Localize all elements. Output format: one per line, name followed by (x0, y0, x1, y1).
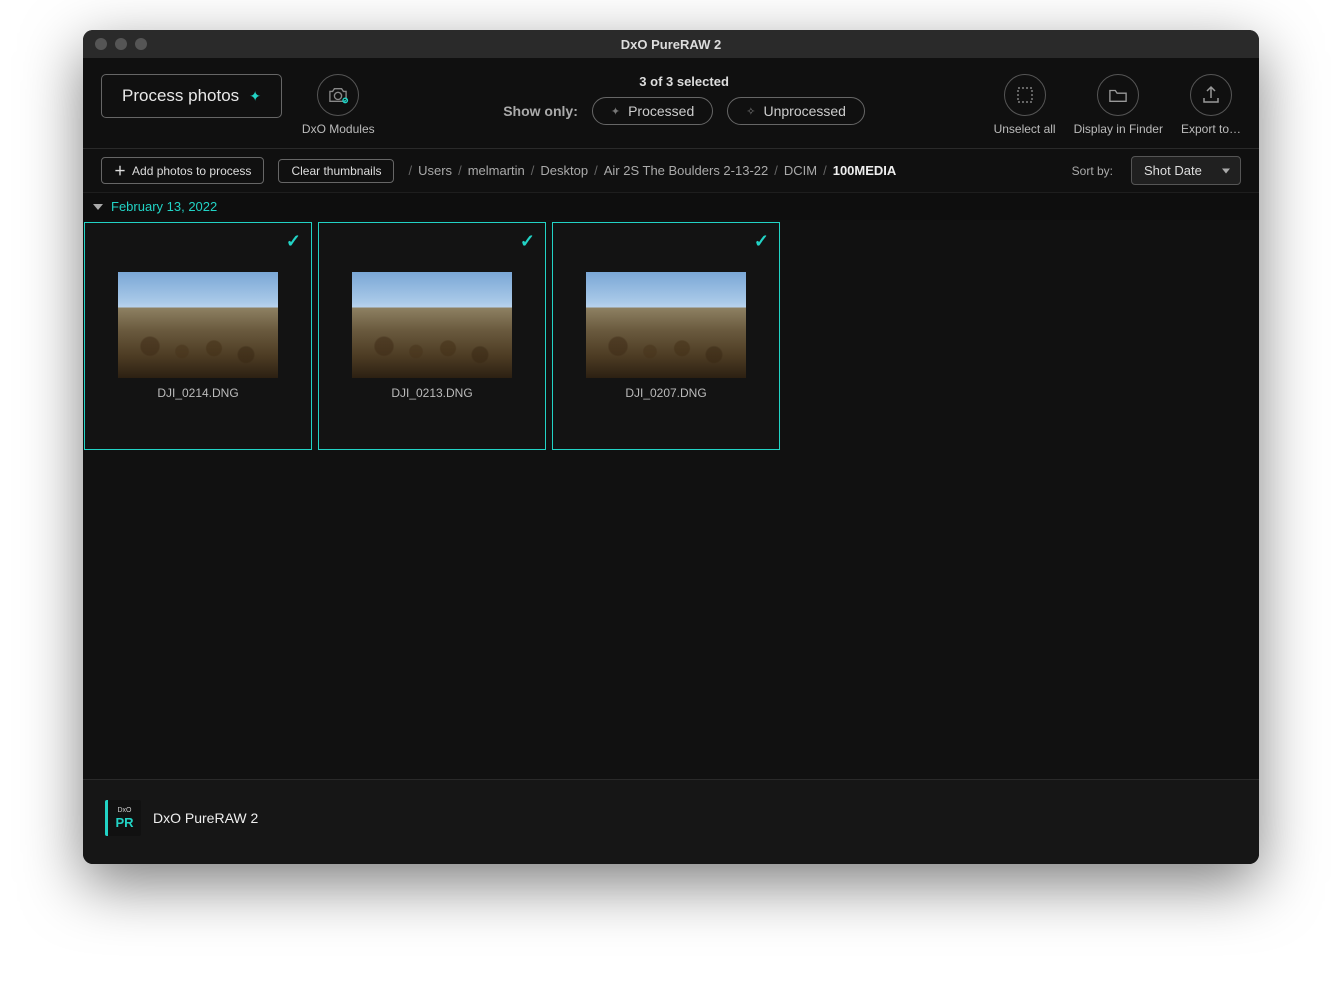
thumbnail[interactable]: ✓ DJI_0213.DNG (318, 222, 546, 450)
sort-by-label: Sort by: (1072, 164, 1113, 178)
display-in-finder-label: Display in Finder (1074, 122, 1163, 136)
unselect-all-button[interactable]: Unselect all (994, 74, 1056, 136)
selection-count: 3 of 3 selected (639, 74, 729, 89)
breadcrumb-separator: / (774, 163, 778, 178)
thumbnail-filename: DJI_0213.DNG (391, 386, 472, 400)
breadcrumb-segment[interactable]: Users (418, 163, 452, 178)
filter-processed-button[interactable]: ✦ Processed (592, 97, 713, 125)
maximize-window-button[interactable] (135, 38, 147, 50)
thumbnail-image (586, 272, 746, 378)
footer-app-name: DxO PureRAW 2 (153, 810, 258, 826)
filter-unprocessed-button[interactable]: ✧ Unprocessed (727, 97, 865, 125)
selected-check-icon: ✓ (286, 231, 301, 252)
thumbnail-image (352, 272, 512, 378)
unselect-all-label: Unselect all (994, 122, 1056, 136)
chevron-down-icon (93, 204, 103, 210)
app-logo: DxOPR (105, 800, 141, 836)
clear-thumbnails-label: Clear thumbnails (291, 164, 381, 178)
breadcrumb-separator: / (531, 163, 535, 178)
breadcrumb-separator: / (458, 163, 462, 178)
display-in-finder-button[interactable]: Display in Finder (1074, 74, 1163, 136)
breadcrumb-separator: / (823, 163, 827, 178)
date-group-label: February 13, 2022 (111, 199, 217, 214)
sort-by-value: Shot Date (1144, 163, 1202, 178)
breadcrumb-separator: / (594, 163, 598, 178)
process-photos-button[interactable]: Process photos ✦ (101, 74, 282, 118)
selected-check-icon: ✓ (520, 231, 535, 252)
breadcrumb-segment[interactable]: Air 2S The Boulders 2-13-22 (604, 163, 769, 178)
thumbnail-grid: ✓ DJI_0214.DNG ✓ DJI_0213.DNG ✓ DJI_0207… (83, 220, 1259, 780)
main-toolbar: Process photos ✦ DxO Modules 3 of 3 (83, 58, 1259, 149)
breadcrumb-segment[interactable]: melmartin (468, 163, 525, 178)
filter-unprocessed-label: Unprocessed (763, 103, 846, 119)
dxo-modules-button[interactable]: DxO Modules (302, 74, 375, 136)
folder-icon (1107, 86, 1129, 104)
sort-by-dropdown[interactable]: Shot Date (1131, 156, 1241, 185)
dxo-modules-label: DxO Modules (302, 122, 375, 136)
export-to-button[interactable]: Export to… (1181, 74, 1241, 136)
app-window: DxO PureRAW 2 Process photos ✦ D (83, 30, 1259, 864)
thumbnail[interactable]: ✓ DJI_0207.DNG (552, 222, 780, 450)
footer: DxOPR DxO PureRAW 2 (83, 780, 1259, 864)
camera-icon (327, 86, 349, 104)
sub-toolbar: ＋ Add photos to process Clear thumbnails… (83, 149, 1259, 193)
add-photos-button[interactable]: ＋ Add photos to process (101, 157, 264, 184)
close-window-button[interactable] (95, 38, 107, 50)
dotted-square-icon (1015, 85, 1035, 105)
filter-processed-label: Processed (628, 103, 694, 119)
sparkle-processed-icon: ✦ (611, 105, 620, 118)
window-title: DxO PureRAW 2 (83, 37, 1259, 52)
thumbnail-image (118, 272, 278, 378)
breadcrumb-separator: / (408, 163, 412, 178)
export-to-label: Export to… (1181, 122, 1241, 136)
breadcrumb-segment[interactable]: Desktop (540, 163, 588, 178)
clear-thumbnails-button[interactable]: Clear thumbnails (278, 159, 394, 183)
selected-check-icon: ✓ (754, 231, 769, 252)
export-icon (1201, 85, 1221, 105)
process-photos-label: Process photos (122, 86, 239, 106)
thumbnail-filename: DJI_0214.DNG (157, 386, 238, 400)
titlebar: DxO PureRAW 2 (83, 30, 1259, 58)
thumbnail[interactable]: ✓ DJI_0214.DNG (84, 222, 312, 450)
breadcrumb-segment[interactable]: DCIM (784, 163, 817, 178)
breadcrumb-segment[interactable]: 100MEDIA (833, 163, 897, 178)
date-group-header[interactable]: February 13, 2022 (83, 193, 1259, 220)
show-only-label: Show only: (503, 103, 578, 119)
breadcrumb: / Users / melmartin / Desktop / Air 2S The Boul… (408, 163, 1057, 178)
sparkle-icon: ✦ (249, 88, 261, 105)
plus-icon: ＋ (114, 162, 126, 179)
add-photos-label: Add photos to process (132, 164, 251, 178)
window-controls (83, 38, 147, 50)
sparkle-unprocessed-icon: ✧ (746, 105, 755, 118)
thumbnail-filename: DJI_0207.DNG (625, 386, 706, 400)
minimize-window-button[interactable] (115, 38, 127, 50)
